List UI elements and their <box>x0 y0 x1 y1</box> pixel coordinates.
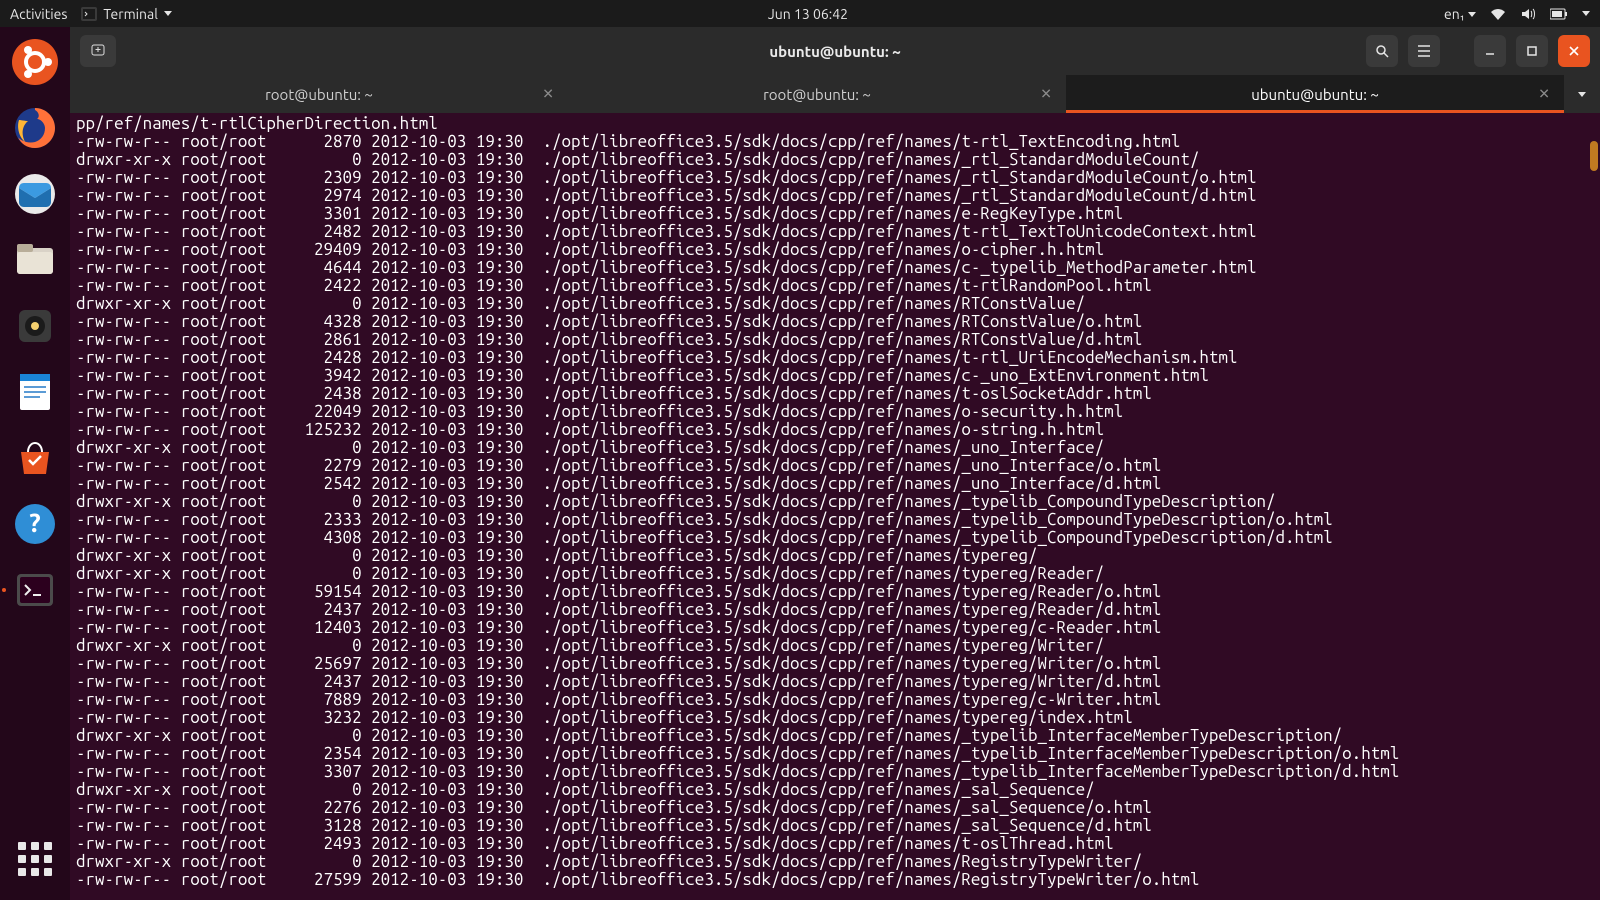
volume-icon[interactable] <box>1520 7 1536 21</box>
search-icon <box>1375 44 1389 58</box>
clock[interactable]: Jun 13 06:42 <box>768 6 848 22</box>
gnome-topbar: Activities Terminal Jun 13 06:42 en₁ <box>0 0 1600 27</box>
new-tab-icon <box>90 44 106 58</box>
hamburger-menu-button[interactable] <box>1408 35 1440 67</box>
chevron-down-icon <box>164 11 172 16</box>
tab-close-icon[interactable]: ✕ <box>1040 86 1052 103</box>
tab-label: ubuntu@ubuntu: ~ <box>1251 86 1379 103</box>
minimize-button[interactable] <box>1474 35 1506 67</box>
scrollbar-thumb[interactable] <box>1590 141 1598 171</box>
activities-button[interactable]: Activities <box>10 6 67 22</box>
chevron-down-icon <box>1468 12 1476 17</box>
software-icon[interactable] <box>8 431 62 485</box>
window-titlebar: ubuntu@ubuntu: ~ <box>70 27 1600 75</box>
show-applications-button[interactable] <box>8 832 62 886</box>
input-source-indicator[interactable]: en₁ <box>1444 6 1476 22</box>
rhythmbox-icon[interactable] <box>8 299 62 353</box>
tab-overflow-button[interactable] <box>1564 75 1600 113</box>
terminal-tab-2[interactable]: ubuntu@ubuntu: ~ ✕ <box>1066 75 1564 113</box>
system-menu-chevron-icon[interactable] <box>1582 11 1590 16</box>
files-icon[interactable] <box>8 233 62 287</box>
hamburger-icon <box>1417 45 1431 57</box>
libreoffice-writer-icon[interactable] <box>8 365 62 419</box>
thunderbird-icon[interactable] <box>8 167 62 221</box>
tab-close-icon[interactable]: ✕ <box>542 86 554 103</box>
terminal-tab-1[interactable]: root@ubuntu: ~ ✕ <box>568 75 1066 113</box>
help-icon[interactable]: ? <box>8 497 62 551</box>
tab-label: root@ubuntu: ~ <box>763 86 871 103</box>
dock: ? <box>0 27 70 900</box>
terminal-small-icon <box>81 7 97 21</box>
terminal-window: ubuntu@ubuntu: ~ root@ubuntu: ~✕root@ubu… <box>70 27 1600 900</box>
search-button[interactable] <box>1366 35 1398 67</box>
tab-close-icon[interactable]: ✕ <box>1538 86 1550 103</box>
firefox-icon[interactable] <box>8 101 62 155</box>
tab-bar: root@ubuntu: ~✕root@ubuntu: ~✕ubuntu@ubu… <box>70 75 1600 113</box>
close-icon <box>1568 45 1580 57</box>
wifi-icon[interactable] <box>1490 7 1506 21</box>
svg-text:?: ? <box>29 508 40 537</box>
chevron-down-icon <box>1578 92 1586 97</box>
app-menu[interactable]: Terminal <box>81 6 172 22</box>
battery-icon[interactable] <box>1550 8 1568 20</box>
maximize-icon <box>1526 45 1538 57</box>
ubuntu-logo-icon[interactable] <box>8 35 62 89</box>
terminal-output[interactable]: pp/ref/names/t-rtlCipherDirection.html -… <box>70 113 1600 900</box>
minimize-icon <box>1484 45 1496 57</box>
close-button[interactable] <box>1558 35 1590 67</box>
maximize-button[interactable] <box>1516 35 1548 67</box>
app-menu-label: Terminal <box>103 6 158 22</box>
new-tab-button[interactable] <box>80 35 116 67</box>
tab-label: root@ubuntu: ~ <box>265 86 373 103</box>
terminal-icon[interactable] <box>8 563 62 617</box>
terminal-tab-0[interactable]: root@ubuntu: ~ ✕ <box>70 75 568 113</box>
